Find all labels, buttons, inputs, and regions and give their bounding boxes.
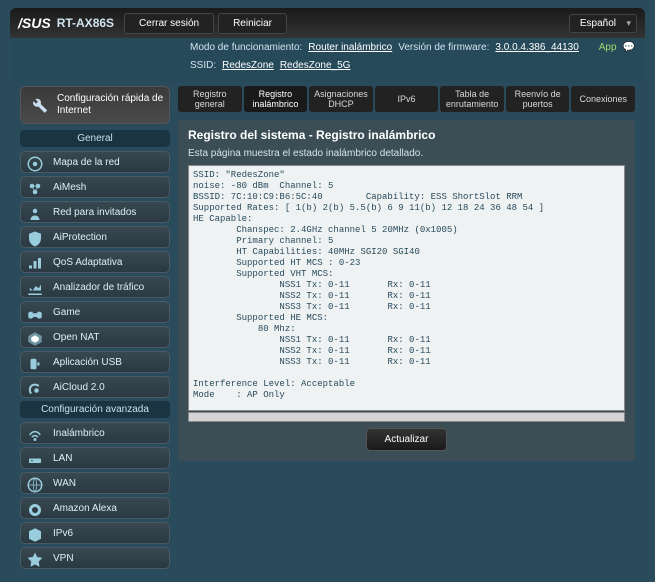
wrench-icon (27, 93, 49, 115)
nav-item-analizador-de-tráfico[interactable]: Analizador de tráfico (20, 276, 170, 298)
quick-setup-button[interactable]: Configuración rápida de Internet (20, 86, 170, 124)
mode-value-link[interactable]: Router inalámbrico (308, 41, 392, 55)
reboot-button[interactable]: Reiniciar (218, 13, 287, 34)
fw-value-link[interactable]: 3.0.0.4.386_44130 (495, 41, 578, 55)
ssid1-link[interactable]: RedesZone (222, 59, 274, 73)
nav-item-red-para-invitados[interactable]: Red para invitados (20, 201, 170, 223)
nav-label: LAN (53, 453, 72, 464)
subtab-6[interactable]: Conexiones (571, 86, 635, 112)
nav-icon (26, 230, 44, 248)
section-advanced-label: Configuración avanzada (20, 401, 170, 418)
logout-button[interactable]: Cerrar sesión (124, 13, 214, 34)
nav-item-amazon-alexa[interactable]: Amazon Alexa (20, 497, 170, 519)
nav-item-mapa-de-la-red[interactable]: Mapa de la red (20, 151, 170, 173)
nav-label: Amazon Alexa (53, 503, 117, 514)
top-bar: /SUS RT-AX86S Cerrar sesión Reiniciar Es… (10, 8, 645, 38)
section-general-label: General (20, 130, 170, 147)
nav-icon (26, 355, 44, 373)
nav-icon (26, 476, 44, 494)
log-panel: Registro del sistema - Registro inalámbr… (178, 120, 635, 461)
panel-title: Registro del sistema - Registro inalámbr… (188, 128, 625, 142)
nav-label: IPv6 (53, 528, 73, 539)
nav-label: AiCloud 2.0 (53, 382, 105, 393)
nav-icon (26, 180, 44, 198)
nav-item-aiprotection[interactable]: AiProtection (20, 226, 170, 248)
nav-icon (26, 205, 44, 223)
nav-item-qos-adaptativa[interactable]: QoS Adaptativa (20, 251, 170, 273)
ssid2-link[interactable]: RedesZone_5G (280, 59, 351, 73)
brand-logo: /SUS (18, 15, 51, 31)
nav-item-aplicación-usb[interactable]: Aplicación USB (20, 351, 170, 373)
nav-label: Game (53, 307, 80, 318)
nav-icon (26, 255, 44, 273)
nav-label: Aplicación USB (53, 357, 122, 368)
sub-tabs: Registro generalRegistro inalámbricoAsig… (178, 86, 635, 112)
nav-icon (26, 330, 44, 348)
wireless-log-output[interactable]: SSID: "RedesZone" noise: -80 dBm Channel… (188, 165, 625, 411)
ssid-label: SSID: (190, 59, 216, 73)
nav-icon (26, 426, 44, 444)
language-select[interactable]: Español (569, 14, 637, 33)
nav-label: AiProtection (53, 232, 107, 243)
nav-label: QoS Adaptativa (53, 257, 123, 268)
nav-label: Analizador de tráfico (53, 282, 144, 293)
nav-item-aimesh[interactable]: AiMesh (20, 176, 170, 198)
subtab-4[interactable]: Tabla de enrutamiento (440, 86, 504, 112)
subtab-5[interactable]: Reenvío de puertos (506, 86, 570, 112)
nav-label: WAN (53, 478, 76, 489)
main-content: Registro generalRegistro inalámbricoAsig… (178, 86, 635, 572)
nav-icon (26, 501, 44, 519)
nav-icon (26, 526, 44, 544)
subtab-0[interactable]: Registro general (178, 86, 242, 112)
nav-label: Mapa de la red (53, 157, 120, 168)
sidebar: Configuración rápida de Internet General… (20, 86, 170, 572)
nav-item-vpn[interactable]: VPN (20, 547, 170, 569)
nav-label: Inalámbrico (53, 428, 105, 439)
feedback-icon[interactable]: 💬 (623, 41, 635, 55)
nav-label: Red para invitados (53, 207, 136, 218)
nav-label: VPN (53, 553, 74, 564)
nav-icon (26, 305, 44, 323)
header-info: Modo de funcionamiento: Router inalámbri… (10, 38, 645, 82)
nav-item-aicloud-2.0[interactable]: AiCloud 2.0 (20, 376, 170, 398)
panel-desc: Esta página muestra el estado inalámbric… (188, 148, 625, 159)
model-name: RT-AX86S (57, 16, 114, 30)
nav-label: Open NAT (53, 332, 100, 343)
nav-item-lan[interactable]: LAN (20, 447, 170, 469)
nav-icon (26, 551, 44, 569)
nav-item-ipv6[interactable]: IPv6 (20, 522, 170, 544)
nav-item-inalámbrico[interactable]: Inalámbrico (20, 422, 170, 444)
nav-icon (26, 451, 44, 469)
subtab-2[interactable]: Asignaciones DHCP (309, 86, 373, 112)
horizontal-scrollbar[interactable] (188, 412, 625, 422)
nav-icon (26, 280, 44, 298)
nav-icon (26, 155, 44, 173)
nav-label: AiMesh (53, 182, 86, 193)
subtab-3[interactable]: IPv6 (375, 86, 439, 112)
app-link[interactable]: App (599, 41, 617, 55)
update-button[interactable]: Actualizar (366, 428, 448, 451)
mode-label: Modo de funcionamiento: (190, 41, 302, 55)
subtab-1[interactable]: Registro inalámbrico (244, 86, 308, 112)
nav-item-open-nat[interactable]: Open NAT (20, 326, 170, 348)
nav-item-wan[interactable]: WAN (20, 472, 170, 494)
nav-item-game[interactable]: Game (20, 301, 170, 323)
nav-icon (26, 380, 44, 398)
fw-label: Versión de firmware: (398, 41, 489, 55)
